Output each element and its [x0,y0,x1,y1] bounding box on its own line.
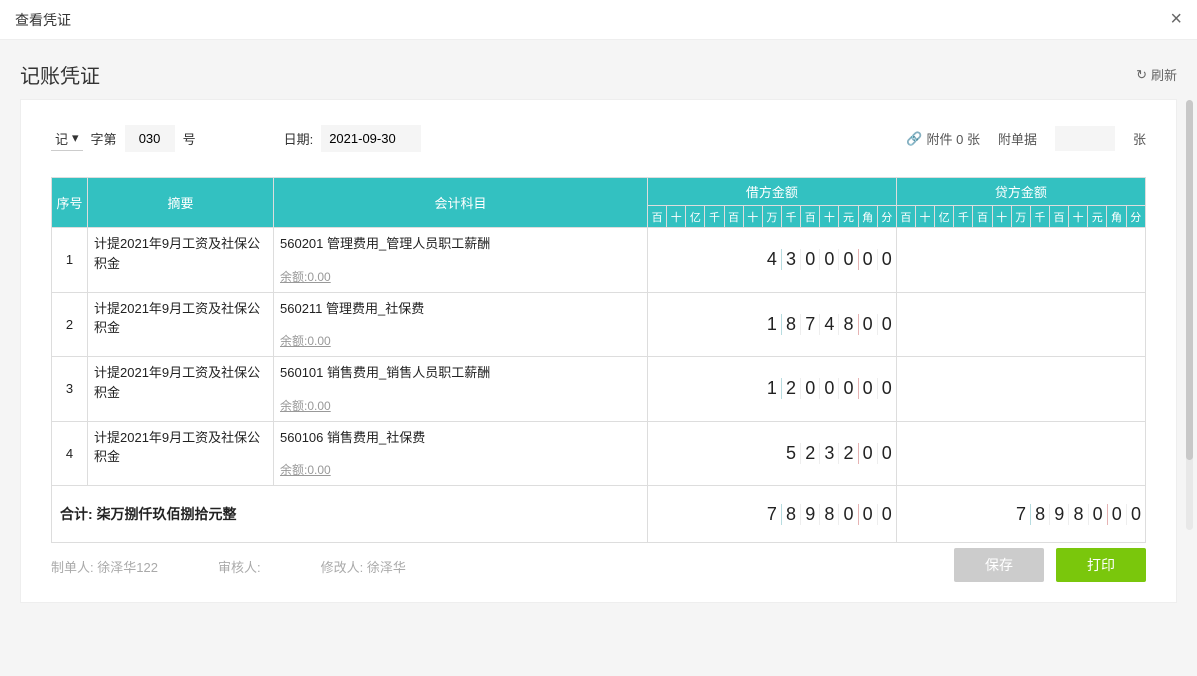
debit-digit-10: 元 [839,206,858,228]
credit-digit-6: 万 [1011,206,1030,228]
hao-label: 号 [183,129,196,148]
amount-cell[interactable]: 4300000 [648,228,897,293]
amount-cell[interactable]: 7898000 [896,486,1145,543]
date-input[interactable] [321,125,421,152]
col-debit: 借方金额 [648,178,897,206]
debit-digit-8: 百 [801,206,820,228]
amount-cell[interactable]: 1874800 [648,292,897,357]
print-button[interactable]: 打印 [1056,548,1146,582]
date-label: 日期: [284,129,314,148]
credit-digit-9: 十 [1069,206,1088,228]
credit-digit-3: 千 [954,206,973,228]
row-account[interactable]: 560201 管理费用_管理人员职工薪酬余额:0.00 [274,228,648,293]
maker-info: 制单人: 徐泽华122 [51,557,158,576]
row-seq: 1 [52,228,88,293]
attach-doc-label: 附单据 [998,129,1037,148]
save-button[interactable]: 保存 [954,548,1044,582]
amount-cell[interactable] [896,421,1145,486]
amount-cell[interactable]: 7898000 [648,486,897,543]
panel: 记 ▾ 字第 号 日期: 🔗 附件 0 张 附单据 张 [20,99,1177,603]
attachment-link[interactable]: 🔗 附件 0 张 [906,129,980,148]
refresh-label: 刷新 [1151,65,1177,84]
col-credit: 贷方金额 [896,178,1145,206]
debit-digit-12: 分 [877,206,896,228]
row-seq: 4 [52,421,88,486]
titlebar: 查看凭证 × [0,0,1197,40]
refresh-button[interactable]: ↻ 刷新 [1136,65,1177,84]
modifier-info: 修改人: 徐泽华 [321,557,406,576]
credit-digit-12: 分 [1126,206,1145,228]
voucher-number-input[interactable] [125,125,175,152]
debit-digit-4: 百 [724,206,743,228]
form-row: 记 ▾ 字第 号 日期: 🔗 附件 0 张 附单据 张 [51,125,1146,152]
row-summary[interactable]: 计提2021年9月工资及社保公积金 [88,421,274,486]
col-account: 会计科目 [274,178,648,228]
scrollbar-thumb[interactable] [1186,100,1193,460]
row-seq: 2 [52,292,88,357]
total-row: 合计: 柒万捌仟玖佰捌拾元整78980007898000 [52,486,1146,543]
voucher-type-select[interactable]: 记 ▾ [51,127,83,151]
debit-digit-7: 千 [781,206,800,228]
row-account[interactable]: 560106 销售费用_社保费余额:0.00 [274,421,648,486]
content: 记账凭证 ↻ 刷新 记 ▾ 字第 号 日期: 🔗 [0,40,1197,676]
table-header: 序号 摘要 会计科目 借方金额 贷方金额 百十亿千百十万千百十元角分百十亿千百十… [52,178,1146,228]
table-row: 3计提2021年9月工资及社保公积金560101 销售费用_销售人员职工薪酬余额… [52,357,1146,422]
credit-digit-10: 元 [1088,206,1107,228]
credit-digit-5: 十 [992,206,1011,228]
table-row: 1计提2021年9月工资及社保公积金560201 管理费用_管理人员职工薪酬余额… [52,228,1146,293]
row-summary[interactable]: 计提2021年9月工资及社保公积金 [88,292,274,357]
debit-digit-0: 百 [648,206,667,228]
row-account[interactable]: 560101 销售费用_销售人员职工薪酬余额:0.00 [274,357,648,422]
credit-digit-8: 百 [1049,206,1068,228]
table-row: 2计提2021年9月工资及社保公积金560211 管理费用_社保费余额:0.00… [52,292,1146,357]
table-row: 4计提2021年9月工资及社保公积金560106 销售费用_社保费余额:0.00… [52,421,1146,486]
attachment-group: 🔗 附件 0 张 附单据 张 [906,126,1146,151]
credit-digit-1: 十 [915,206,934,228]
table-body: 1计提2021年9月工资及社保公积金560201 管理费用_管理人员职工薪酬余额… [52,228,1146,543]
attach-doc-unit: 张 [1133,129,1146,148]
debit-digit-1: 十 [667,206,686,228]
amount-cell[interactable] [896,228,1145,293]
debit-digit-2: 亿 [686,206,705,228]
total-label: 合计: 柒万捌仟玖佰捌拾元整 [52,486,648,543]
debit-digit-6: 万 [762,206,781,228]
amount-cell[interactable]: 1200000 [648,357,897,422]
credit-digit-11: 角 [1107,206,1126,228]
refresh-icon: ↻ [1136,67,1147,83]
row-summary[interactable]: 计提2021年9月工资及社保公积金 [88,357,274,422]
credit-digit-7: 千 [1030,206,1049,228]
window-title: 查看凭证 [15,10,71,30]
close-icon[interactable]: × [1170,8,1182,31]
attach-doc-count-input[interactable] [1055,126,1115,151]
col-summary: 摘要 [88,178,274,228]
row-summary[interactable]: 计提2021年9月工资及社保公积金 [88,228,274,293]
page-title: 记账凭证 [20,60,100,89]
debit-digit-5: 十 [743,206,762,228]
auditor-info: 审核人: [218,557,261,576]
voucher-table: 序号 摘要 会计科目 借方金额 贷方金额 百十亿千百十万千百十元角分百十亿千百十… [51,177,1146,543]
credit-digit-4: 百 [973,206,992,228]
zidi-label: 字第 [91,129,117,148]
voucher-type-label: 记 [55,129,68,148]
row-account[interactable]: 560211 管理费用_社保费余额:0.00 [274,292,648,357]
debit-digit-3: 千 [705,206,724,228]
attachment-label: 附件 0 张 [927,129,980,148]
credit-digit-0: 百 [896,206,915,228]
window: 查看凭证 × 记账凭证 ↻ 刷新 记 ▾ 字第 号 日期: [0,0,1197,676]
debit-digit-11: 角 [858,206,877,228]
amount-cell[interactable] [896,292,1145,357]
amount-cell[interactable]: 523200 [648,421,897,486]
paperclip-icon: 🔗 [906,131,922,147]
credit-digit-2: 亿 [935,206,954,228]
amount-cell[interactable] [896,357,1145,422]
button-row: 保存 打印 [51,548,1146,582]
chevron-down-icon: ▾ [72,130,79,146]
row-seq: 3 [52,357,88,422]
col-seq: 序号 [52,178,88,228]
debit-digit-9: 十 [820,206,839,228]
subtitle-row: 记账凭证 ↻ 刷新 [20,60,1177,89]
